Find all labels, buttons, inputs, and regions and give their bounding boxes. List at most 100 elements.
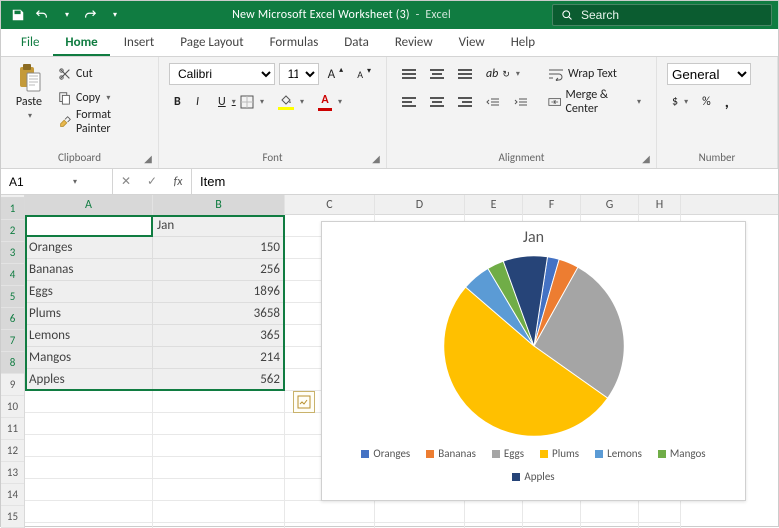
legend-item-mangos[interactable]: Mangos: [658, 447, 706, 460]
copy-button[interactable]: Copy ▾: [53, 87, 148, 109]
font-size-select[interactable]: 11: [279, 63, 319, 85]
row-header-12[interactable]: 12: [1, 440, 24, 462]
cell-b2[interactable]: 150: [153, 237, 285, 259]
align-left-button[interactable]: [397, 91, 421, 113]
formula-input[interactable]: [192, 169, 778, 194]
cell-b3[interactable]: 256: [153, 259, 285, 281]
save-icon[interactable]: [7, 4, 29, 26]
cell-a8[interactable]: Apples: [25, 369, 153, 391]
merge-center-button[interactable]: Merge & Center▾: [543, 91, 646, 113]
col-header-e[interactable]: E: [465, 195, 523, 215]
orientation-button[interactable]: ab↻▾: [481, 63, 525, 85]
legend-item-eggs[interactable]: Eggs: [492, 447, 524, 460]
percent-format-button[interactable]: %: [697, 91, 716, 113]
tab-data[interactable]: Data: [332, 29, 381, 56]
col-header-c[interactable]: C: [285, 195, 375, 215]
legend-item-plums[interactable]: Plums: [540, 447, 579, 460]
align-right-button[interactable]: [453, 91, 477, 113]
cell-grid[interactable]: ItemJan Oranges150 Bananas256 Eggs1896 P…: [25, 215, 778, 528]
font-name-select[interactable]: Calibri: [169, 63, 275, 85]
pie-chart[interactable]: [439, 251, 629, 441]
number-format-select[interactable]: General: [667, 63, 751, 85]
cut-button[interactable]: Cut: [53, 63, 148, 85]
cell-a3[interactable]: Bananas: [25, 259, 153, 281]
row-header-6[interactable]: 6: [1, 308, 24, 330]
increase-font-button[interactable]: A▴: [323, 63, 349, 85]
row-header-4[interactable]: 4: [1, 264, 24, 286]
cancel-edit-button[interactable]: ✕: [113, 174, 139, 189]
col-header-a[interactable]: A: [25, 195, 153, 215]
legend-item-lemons[interactable]: Lemons: [595, 447, 642, 460]
name-box[interactable]: ▾: [1, 169, 113, 194]
cell-b5[interactable]: 3658: [153, 303, 285, 325]
undo-button[interactable]: [31, 4, 53, 26]
tab-view[interactable]: View: [447, 29, 497, 56]
accounting-format-button[interactable]: $▾: [667, 91, 693, 113]
name-box-dropdown[interactable]: ▾: [73, 177, 77, 187]
redo-button[interactable]: [79, 4, 101, 26]
font-color-button[interactable]: A ▾: [313, 91, 347, 113]
row-header-14[interactable]: 14: [1, 484, 24, 506]
name-box-input[interactable]: [7, 174, 67, 190]
qat-customize[interactable]: ▾: [103, 4, 125, 26]
search-box[interactable]: [552, 4, 772, 26]
tab-file[interactable]: File: [9, 29, 51, 56]
row-header-15[interactable]: 15: [1, 506, 24, 528]
cell-b8[interactable]: 562: [153, 369, 285, 391]
tab-insert[interactable]: Insert: [112, 29, 167, 56]
increase-indent-button[interactable]: [509, 91, 533, 113]
legend-item-apples[interactable]: Apples: [512, 470, 554, 483]
row-header-10[interactable]: 10: [1, 396, 24, 418]
row-header-3[interactable]: 3: [1, 242, 24, 264]
cell-b4[interactable]: 1896: [153, 281, 285, 303]
wrap-text-button[interactable]: Wrap Text: [543, 63, 646, 85]
borders-button[interactable]: ▾: [235, 91, 269, 113]
align-bottom-button[interactable]: [453, 63, 477, 85]
cell-a2[interactable]: Oranges: [25, 237, 153, 259]
col-header-h[interactable]: H: [639, 195, 681, 215]
tab-page-layout[interactable]: Page Layout: [168, 29, 255, 56]
align-top-button[interactable]: [397, 63, 421, 85]
tab-review[interactable]: Review: [383, 29, 445, 56]
cell-b6[interactable]: 365: [153, 325, 285, 347]
cell-a7[interactable]: Mangos: [25, 347, 153, 369]
cell-a6[interactable]: Lemons: [25, 325, 153, 347]
cell-a1[interactable]: Item: [25, 215, 153, 237]
format-painter-button[interactable]: Format Painter: [53, 111, 148, 133]
row-header-2[interactable]: 2: [1, 220, 24, 242]
insert-function-button[interactable]: fx: [165, 175, 191, 189]
legend-item-bananas[interactable]: Bananas: [426, 447, 476, 460]
col-header-d[interactable]: D: [375, 195, 465, 215]
embedded-chart[interactable]: Jan OrangesBananasEggsPlumsLemonsMangosA…: [321, 221, 746, 501]
cell-a4[interactable]: Eggs: [25, 281, 153, 303]
undo-dropdown[interactable]: ▾: [55, 4, 77, 26]
tab-formulas[interactable]: Formulas: [258, 29, 331, 56]
cell-b7[interactable]: 214: [153, 347, 285, 369]
row-header-5[interactable]: 5: [1, 286, 24, 308]
tab-help[interactable]: Help: [499, 29, 547, 56]
cell-b1[interactable]: Jan: [153, 215, 285, 237]
fill-color-button[interactable]: ▾: [273, 91, 309, 113]
chart-title[interactable]: Jan: [322, 222, 745, 247]
clipboard-dialog-launcher[interactable]: ◢: [142, 152, 154, 164]
row-header-1[interactable]: 1: [1, 198, 24, 220]
font-dialog-launcher[interactable]: ◢: [370, 152, 382, 164]
row-header-9[interactable]: 9: [1, 374, 24, 396]
row-header-8[interactable]: 8: [1, 352, 24, 374]
tab-home[interactable]: Home: [53, 29, 109, 56]
col-header-g[interactable]: G: [581, 195, 639, 215]
alignment-dialog-launcher[interactable]: ◢: [640, 152, 652, 164]
paste-button[interactable]: Paste ▾: [11, 63, 47, 149]
align-middle-button[interactable]: [425, 63, 449, 85]
underline-button[interactable]: U▾: [213, 91, 231, 113]
quick-analysis-button[interactable]: [293, 391, 315, 413]
col-header-f[interactable]: F: [523, 195, 581, 215]
row-header-11[interactable]: 11: [1, 418, 24, 440]
align-center-button[interactable]: [425, 91, 449, 113]
confirm-edit-button[interactable]: ✓: [139, 174, 165, 189]
comma-format-button[interactable]: ,: [720, 91, 734, 113]
decrease-font-button[interactable]: A▾: [352, 63, 376, 85]
row-header-7[interactable]: 7: [1, 330, 24, 352]
row-header-13[interactable]: 13: [1, 462, 24, 484]
italic-button[interactable]: I: [191, 91, 209, 113]
